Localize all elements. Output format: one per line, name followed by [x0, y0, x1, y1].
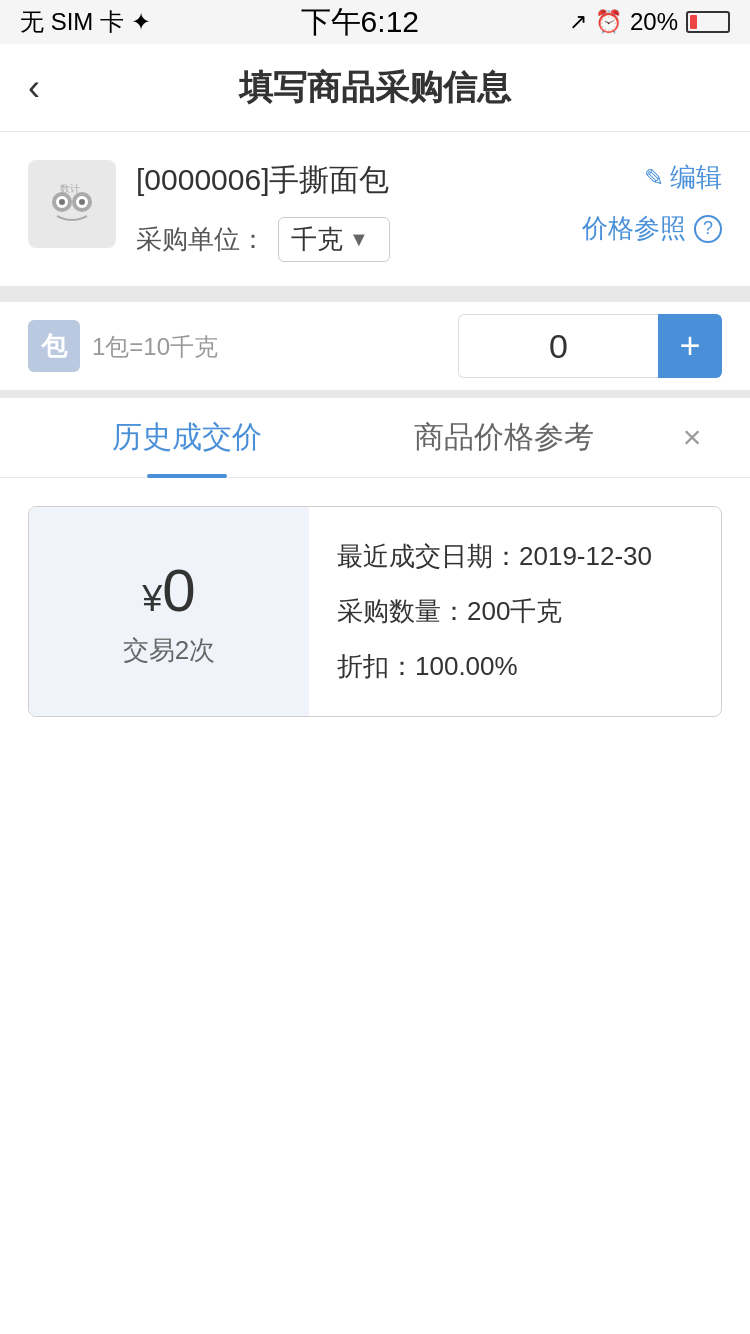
product-section: 数计 [0000006]手撕面包 采购单位： 千克 ▼ ✎ [0, 132, 750, 286]
unit-value: 千克 [291, 222, 343, 257]
status-right: ↗ ⏰ 20% [569, 8, 730, 36]
discount-label: 折扣： [337, 651, 415, 681]
card-left: ¥0 交易2次 [29, 507, 309, 716]
product-actions: ✎ 编辑 价格参照 ? [582, 160, 722, 246]
section-divider [0, 286, 750, 302]
product-unit-row: 采购单位： 千克 ▼ [136, 217, 390, 262]
quantity-right: + [458, 314, 722, 378]
back-button[interactable]: ‹ [28, 67, 40, 109]
nav-bar: ‹ 填写商品采购信息 [0, 44, 750, 132]
card-right: 最近成交日期：2019-12-30 采购数量：200千克 折扣：100.00% [309, 507, 721, 716]
card-area: ¥0 交易2次 最近成交日期：2019-12-30 采购数量：200千克 折扣：… [0, 478, 750, 745]
svg-point-5 [79, 199, 85, 205]
quantity-conversion: 1包=10千克 [92, 331, 218, 363]
status-left: 无 SIM 卡 ✦ [20, 6, 151, 38]
battery-percent: 20% [630, 8, 678, 36]
owl-logo: 数计 [42, 174, 102, 234]
product-name: [0000006]手撕面包 [136, 160, 390, 201]
product-info: [0000006]手撕面包 采购单位： 千克 ▼ [136, 160, 390, 262]
svg-text:数计: 数计 [60, 183, 80, 194]
bottom-area [0, 745, 750, 1334]
unit-dropdown-arrow: ▼ [349, 228, 369, 251]
discount-value: 100.00% [415, 651, 518, 681]
quantity-plus-button[interactable]: + [658, 314, 722, 378]
quantity-left: 包 1包=10千克 [28, 320, 218, 372]
detail-discount: 折扣：100.00% [337, 647, 693, 686]
price-number: 0 [162, 557, 195, 624]
tab-bar: 历史成交价 商品价格参考 × [0, 398, 750, 478]
unit-label: 采购单位： [136, 222, 266, 257]
tab-section: 历史成交价 商品价格参考 × ¥0 交易2次 最近成交日期：2019-12-30… [0, 398, 750, 745]
unit-select[interactable]: 千克 ▼ [278, 217, 390, 262]
detail-quantity: 采购数量：200千克 [337, 592, 693, 631]
quantity-input[interactable] [458, 314, 658, 378]
sim-label: 无 SIM 卡 ✦ [20, 6, 151, 38]
price-ref-icon: ? [694, 215, 722, 243]
alarm-icon: ⏰ [595, 9, 622, 35]
date-value: 2019-12-30 [519, 541, 652, 571]
quantity-unit-box: 包 [28, 320, 80, 372]
quantity-label: 采购数量： [337, 596, 467, 626]
price-card: ¥0 交易2次 最近成交日期：2019-12-30 采购数量：200千克 折扣：… [28, 506, 722, 717]
svg-point-4 [59, 199, 65, 205]
battery-icon [686, 11, 730, 33]
status-time: 下午6:12 [301, 2, 419, 43]
price-display: ¥0 [142, 556, 195, 625]
location-icon: ↗ [569, 9, 587, 35]
tab-history-price[interactable]: 历史成交价 [28, 398, 345, 478]
edit-label: 编辑 [670, 160, 722, 195]
quantity-row: 包 1包=10千克 + [0, 302, 750, 390]
currency-symbol: ¥ [142, 578, 162, 619]
page-title: 填写商品采购信息 [239, 65, 511, 111]
product-logo: 数计 [28, 160, 116, 248]
edit-icon: ✎ [644, 164, 664, 192]
quantity-value: 200千克 [467, 596, 562, 626]
price-ref-label: 价格参照 [582, 211, 686, 246]
detail-date: 最近成交日期：2019-12-30 [337, 537, 693, 576]
tab-close-button[interactable]: × [662, 408, 722, 468]
product-image: 数计 [42, 174, 102, 234]
edit-button[interactable]: ✎ 编辑 [644, 160, 722, 195]
status-bar: 无 SIM 卡 ✦ 下午6:12 ↗ ⏰ 20% [0, 0, 750, 44]
tab-product-price-ref[interactable]: 商品价格参考 [345, 398, 662, 478]
date-label: 最近成交日期： [337, 541, 519, 571]
price-ref-button[interactable]: 价格参照 ? [582, 211, 722, 246]
trade-count: 交易2次 [123, 633, 215, 668]
